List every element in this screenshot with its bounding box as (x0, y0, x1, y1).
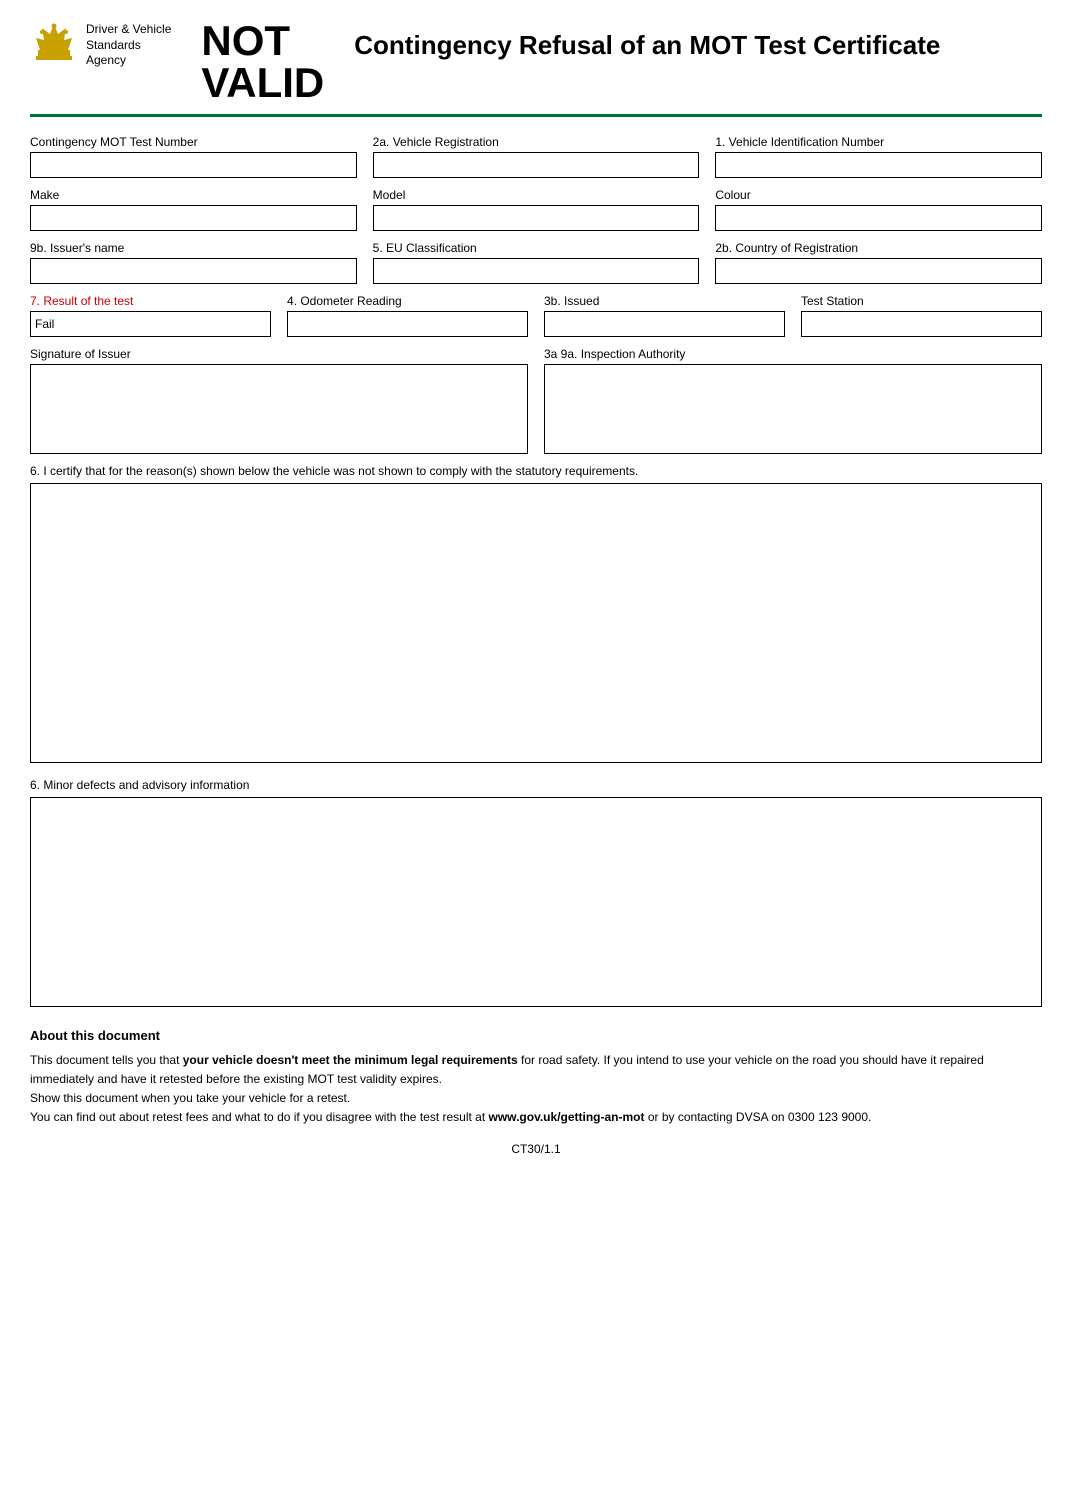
country-reg-label: 2b. Country of Registration (715, 241, 1042, 255)
odometer-input[interactable] (287, 311, 528, 337)
about-para1: This document tells you that your vehicl… (30, 1051, 1042, 1089)
make-group: Make (30, 188, 357, 231)
issuer-name-label: 9b. Issuer's name (30, 241, 357, 255)
vin-label: 1. Vehicle Identification Number (715, 135, 1042, 149)
country-reg-input[interactable] (715, 258, 1042, 284)
document-title: Contingency Refusal of an MOT Test Certi… (354, 20, 1042, 61)
vehicle-reg-label: 2a. Vehicle Registration (373, 135, 700, 149)
reasons-textarea[interactable] (30, 483, 1042, 763)
colour-label: Colour (715, 188, 1042, 202)
issued-group: 3b. Issued (544, 294, 785, 337)
make-input[interactable] (30, 205, 357, 231)
field-row-1: Contingency MOT Test Number 2a. Vehicle … (30, 135, 1042, 178)
contingency-mot-label: Contingency MOT Test Number (30, 135, 357, 149)
country-reg-group: 2b. Country of Registration (715, 241, 1042, 284)
cert-text: 6. I certify that for the reason(s) show… (30, 464, 1042, 478)
result-group: 7. Result of the test (30, 294, 271, 337)
test-station-input[interactable] (801, 311, 1042, 337)
inspection-textarea[interactable] (544, 364, 1042, 454)
about-section: About this document This document tells … (30, 1026, 1042, 1128)
issued-input[interactable] (544, 311, 785, 337)
inspection-label: 3a 9a. Inspection Authority (544, 347, 1042, 361)
issued-label: 3b. Issued (544, 294, 785, 308)
vehicle-reg-input[interactable] (373, 152, 700, 178)
field-row-4: 7. Result of the test 4. Odometer Readin… (30, 294, 1042, 337)
doc-number: CT30/1.1 (30, 1142, 1042, 1156)
vehicle-reg-group: 2a. Vehicle Registration (373, 135, 700, 178)
about-para2: Show this document when you take your ve… (30, 1089, 1042, 1108)
minor-defects-textarea[interactable] (30, 797, 1042, 1007)
model-group: Model (373, 188, 700, 231)
about-title: About this document (30, 1026, 1042, 1047)
eu-class-label: 5. EU Classification (373, 241, 700, 255)
minor-defects-label: 6. Minor defects and advisory informatio… (30, 778, 1042, 792)
inspection-group: 3a 9a. Inspection Authority (544, 347, 1042, 454)
model-label: Model (373, 188, 700, 202)
result-label: 7. Result of the test (30, 294, 271, 308)
signature-row: Signature of Issuer 3a 9a. Inspection Au… (30, 347, 1042, 454)
test-station-group: Test Station (801, 294, 1042, 337)
make-label: Make (30, 188, 357, 202)
eu-class-input[interactable] (373, 258, 700, 284)
test-station-label: Test Station (801, 294, 1042, 308)
vin-group: 1. Vehicle Identification Number (715, 135, 1042, 178)
vin-input[interactable] (715, 152, 1042, 178)
not-valid-stamp: NOTVALID (201, 20, 324, 104)
logo-area: Driver & Vehicle Standards Agency (30, 20, 171, 69)
about-para3: You can find out about retest fees and w… (30, 1108, 1042, 1127)
odometer-label: 4. Odometer Reading (287, 294, 528, 308)
result-input[interactable] (30, 311, 271, 337)
signature-textarea[interactable] (30, 364, 528, 454)
colour-input[interactable] (715, 205, 1042, 231)
signature-group: Signature of Issuer (30, 347, 528, 454)
field-row-2: Make Model Colour (30, 188, 1042, 231)
field-row-3: 9b. Issuer's name 5. EU Classification 2… (30, 241, 1042, 284)
issuer-name-group: 9b. Issuer's name (30, 241, 357, 284)
colour-group: Colour (715, 188, 1042, 231)
odometer-group: 4. Odometer Reading (287, 294, 528, 337)
issuer-name-input[interactable] (30, 258, 357, 284)
crown-logo (30, 20, 78, 68)
model-input[interactable] (373, 205, 700, 231)
agency-name: Driver & Vehicle Standards Agency (86, 20, 171, 69)
contingency-mot-group: Contingency MOT Test Number (30, 135, 357, 178)
eu-class-group: 5. EU Classification (373, 241, 700, 284)
signature-label: Signature of Issuer (30, 347, 528, 361)
contingency-mot-input[interactable] (30, 152, 357, 178)
page-header: Driver & Vehicle Standards Agency NOTVAL… (30, 20, 1042, 117)
